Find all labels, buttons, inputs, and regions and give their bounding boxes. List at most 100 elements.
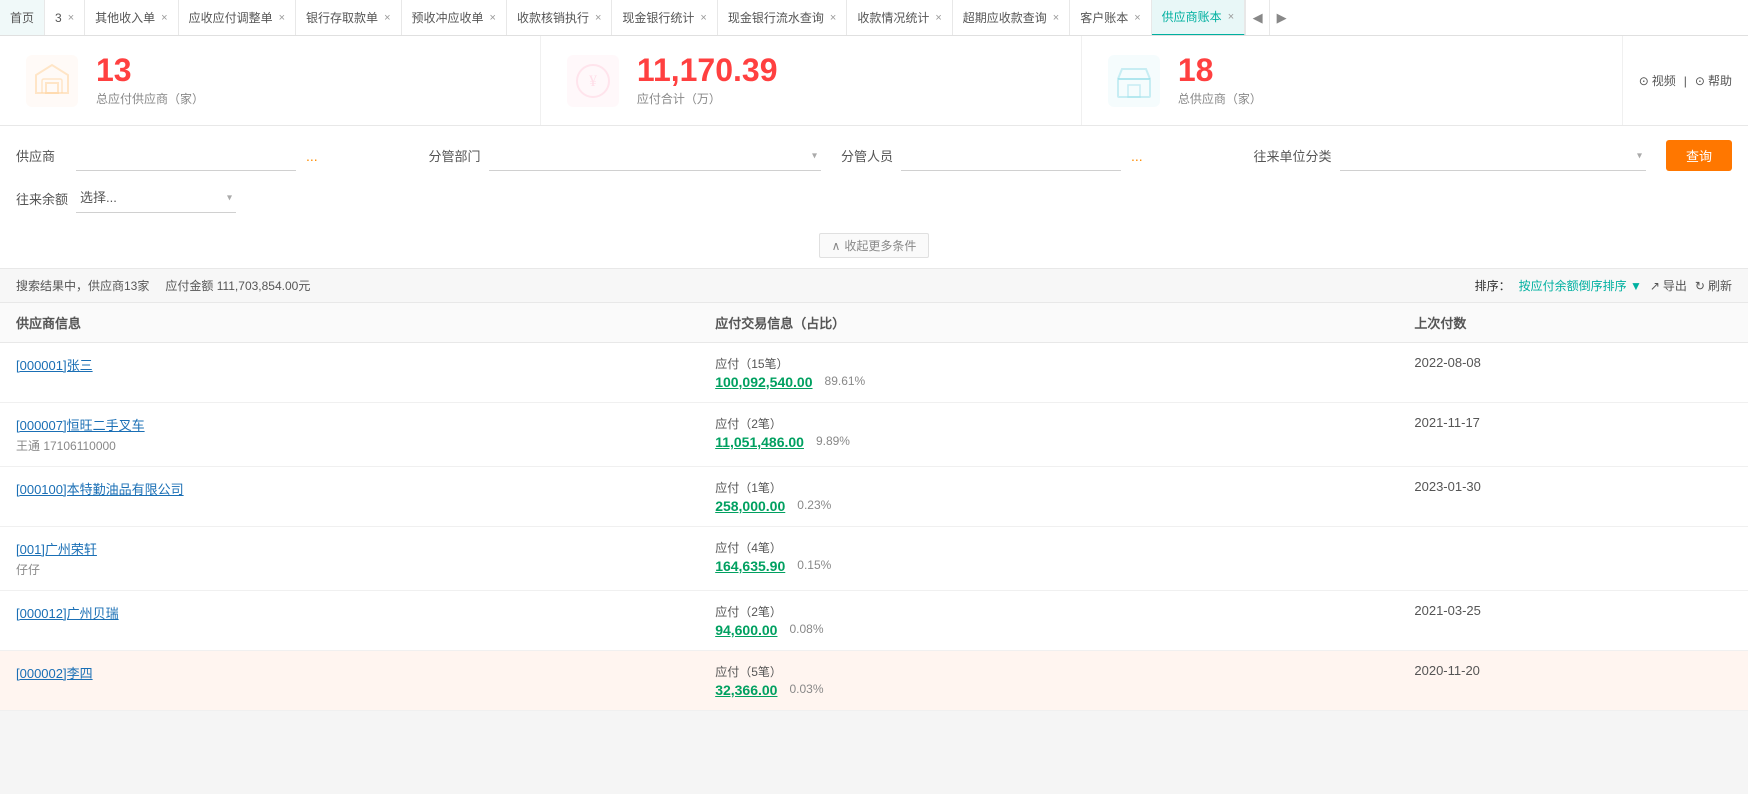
nav-tab-overdue-ar[interactable]: 超期应收款查询 ×: [953, 0, 1070, 36]
supplier-name-link[interactable]: [000001]张三: [16, 358, 93, 373]
filter-section: 供应商 ... 分管部门 ▾ 分管人员 ... 往来单位分类: [0, 126, 1748, 269]
collapse-button[interactable]: ∧ 收起更多条件: [819, 233, 930, 258]
supplier-info-cell: [001]广州荣轩仔仔: [0, 527, 699, 591]
last-payment-cell: 2020-11-20: [1398, 651, 1748, 711]
nav-tab-bank-deposit[interactable]: 银行存取款单 ×: [296, 0, 401, 36]
nav-tab-receipt-verify[interactable]: 收款核销执行 ×: [507, 0, 612, 36]
nav-tab-receipt-verify-close[interactable]: ×: [595, 12, 601, 24]
payable-amount-link[interactable]: 94,600.00: [715, 622, 777, 638]
summary-total-suppliers-label: 总供应商（家）: [1178, 90, 1262, 107]
summary-card-payable: ¥ 11,170.39 应付合计（万）: [541, 36, 1082, 125]
payable-amount-link[interactable]: 32,366.00: [715, 682, 777, 698]
svg-text:¥: ¥: [589, 73, 597, 90]
supplier-name-link[interactable]: [000100]本特勤油品有限公司: [16, 482, 184, 497]
summary-payable-number: 11,170.39: [637, 54, 778, 86]
last-payment-cell: 2022-08-08: [1398, 343, 1748, 403]
collapse-bar: ∧ 收起更多条件: [16, 225, 1732, 268]
sort-label: 排序：: [1475, 277, 1511, 294]
supplier-input[interactable]: [76, 141, 296, 171]
payable-count: 应付（2笔）: [715, 603, 1382, 620]
results-actions: 排序： 按应付余额倒序排序 ▼ ↗ 导出 ↻ 刷新: [1475, 277, 1732, 294]
nav-tab-supplier-account[interactable]: 供应商账本 ×: [1152, 0, 1245, 36]
nav-tab-cash-bank-flow-close[interactable]: ×: [830, 12, 836, 24]
nav-tab-ar-ap-adjust-close[interactable]: ×: [279, 12, 285, 24]
supplier-name-link[interactable]: [000002]李四: [16, 666, 93, 681]
table-row: [000012]广州贝瑞应付（2笔）94,600.000.08%2021-03-…: [0, 591, 1748, 651]
nav-tab-advance-offset[interactable]: 预收冲应收单 ×: [402, 0, 507, 36]
help-link[interactable]: 帮助: [1708, 72, 1732, 89]
person-more-icon[interactable]: ...: [1131, 148, 1143, 164]
summary-card-3-content: 18 总供应商（家）: [1178, 54, 1262, 107]
nav-tab-other-income-close[interactable]: ×: [161, 12, 167, 24]
last-payment-cell: 2021-11-17: [1398, 403, 1748, 467]
summary-actions: ⊙ 视频 | ⊙ 帮助: [1623, 36, 1748, 125]
collapse-up-icon: ∧: [832, 239, 841, 253]
nav-tab-cash-bank-stat-label: 现金银行统计: [622, 9, 694, 26]
nav-tab-ar-ap-adjust[interactable]: 应收应付调整单 ×: [179, 0, 296, 36]
nav-arrow-left[interactable]: ◀: [1245, 0, 1269, 36]
supplier-icon: [24, 53, 80, 109]
top-navigation: 首页 3 × 其他收入单 × 应收应付调整单 × 银行存取款单 × 预收冲应收单…: [0, 0, 1748, 36]
supplier-name-link[interactable]: [001]广州荣轩: [16, 542, 97, 557]
payable-amount-link[interactable]: 11,051,486.00: [715, 434, 804, 450]
summary-card-total-suppliers: 18 总供应商（家）: [1082, 36, 1623, 125]
person-input[interactable]: [901, 141, 1121, 171]
payable-info-cell: 应付（5笔）32,366.000.03%: [699, 651, 1398, 711]
supplier-more-icon[interactable]: ...: [306, 148, 318, 164]
video-link[interactable]: 视频: [1652, 72, 1676, 89]
results-summary: 搜索结果中，供应商13家 应付金额 111,703,854.00元: [16, 277, 310, 294]
dept-select[interactable]: [489, 141, 821, 171]
table-header-row: 供应商信息 应付交易信息（占比） 上次付数: [0, 303, 1748, 343]
nav-tab-home[interactable]: 首页: [0, 0, 45, 36]
dept-filter-label: 分管部门: [429, 146, 481, 165]
nav-tab-cash-bank-stat-close[interactable]: ×: [700, 12, 706, 24]
table-row: [000001]张三应付（15笔）100,092,540.0089.61%202…: [0, 343, 1748, 403]
supplier-info-cell: [000100]本特勤油品有限公司: [0, 467, 699, 527]
summary-card-1-content: 13 总应付供应商（家）: [96, 54, 204, 107]
th-payable-info: 应付交易信息（占比）: [699, 303, 1398, 343]
balance-select[interactable]: 选择...: [76, 183, 236, 213]
nav-tab-advance-offset-close[interactable]: ×: [490, 12, 496, 24]
supplier-name-link[interactable]: [000012]广州贝瑞: [16, 606, 119, 621]
nav-tab-receipt-stat-close[interactable]: ×: [935, 12, 941, 24]
nav-tab-customer-account-close[interactable]: ×: [1134, 12, 1140, 24]
category-select[interactable]: [1340, 141, 1646, 171]
nav-tab-cash-bank-stat[interactable]: 现金银行统计 ×: [612, 0, 717, 36]
payable-count: 应付（5笔）: [715, 663, 1382, 680]
search-button[interactable]: 查询: [1666, 140, 1732, 171]
nav-tab-customer-account[interactable]: 客户账本 ×: [1070, 0, 1151, 36]
nav-tab-3[interactable]: 3 ×: [45, 0, 85, 36]
filter-dept: 分管部门 ▾: [429, 141, 822, 171]
nav-tab-3-label: 3: [55, 11, 62, 25]
payable-count: 应付（4笔）: [715, 539, 1382, 556]
summary-suppliers-label: 总应付供应商（家）: [96, 90, 204, 107]
export-button[interactable]: ↗ 导出: [1650, 277, 1687, 294]
nav-tab-bank-deposit-close[interactable]: ×: [384, 12, 390, 24]
supplier-name-link[interactable]: [000007]恒旺二手叉车: [16, 418, 145, 433]
last-payment-cell: 2021-03-25: [1398, 591, 1748, 651]
payable-amount-link[interactable]: 164,635.90: [715, 558, 785, 574]
nav-tab-supplier-account-close[interactable]: ×: [1228, 11, 1234, 23]
nav-tab-supplier-account-label: 供应商账本: [1162, 8, 1222, 25]
nav-tab-3-close[interactable]: ×: [68, 12, 74, 24]
summary-card-2-content: 11,170.39 应付合计（万）: [637, 54, 778, 107]
circle-icon-2: ⊙: [1695, 74, 1705, 88]
table-row: [000002]李四应付（5笔）32,366.000.03%2020-11-20: [0, 651, 1748, 711]
nav-tab-ar-ap-adjust-label: 应收应付调整单: [189, 9, 273, 26]
dept-select-wrap: ▾: [489, 141, 821, 171]
nav-arrow-right[interactable]: ▶: [1269, 0, 1293, 36]
payable-amount-link[interactable]: 100,092,540.00: [715, 374, 812, 390]
sort-value[interactable]: 按应付余额倒序排序 ▼: [1519, 277, 1642, 294]
nav-tab-overdue-ar-close[interactable]: ×: [1053, 12, 1059, 24]
nav-tab-receipt-stat[interactable]: 收款情况统计 ×: [847, 0, 952, 36]
nav-tab-cash-bank-flow[interactable]: 现金银行流水查询 ×: [718, 0, 847, 36]
payable-count: 应付（15笔）: [715, 355, 1382, 372]
payable-amount-link[interactable]: 258,000.00: [715, 498, 785, 514]
filter-row-1: 供应商 ... 分管部门 ▾ 分管人员 ... 往来单位分类: [16, 140, 1732, 171]
nav-tab-other-income[interactable]: 其他收入单 ×: [85, 0, 178, 36]
payable-icon: ¥: [565, 53, 621, 109]
payable-percent: 9.89%: [816, 434, 850, 448]
last-payment-cell: 2023-01-30: [1398, 467, 1748, 527]
refresh-button[interactable]: ↻ 刷新: [1695, 277, 1732, 294]
filter-category: 往来单位分类 ▾: [1254, 141, 1647, 171]
